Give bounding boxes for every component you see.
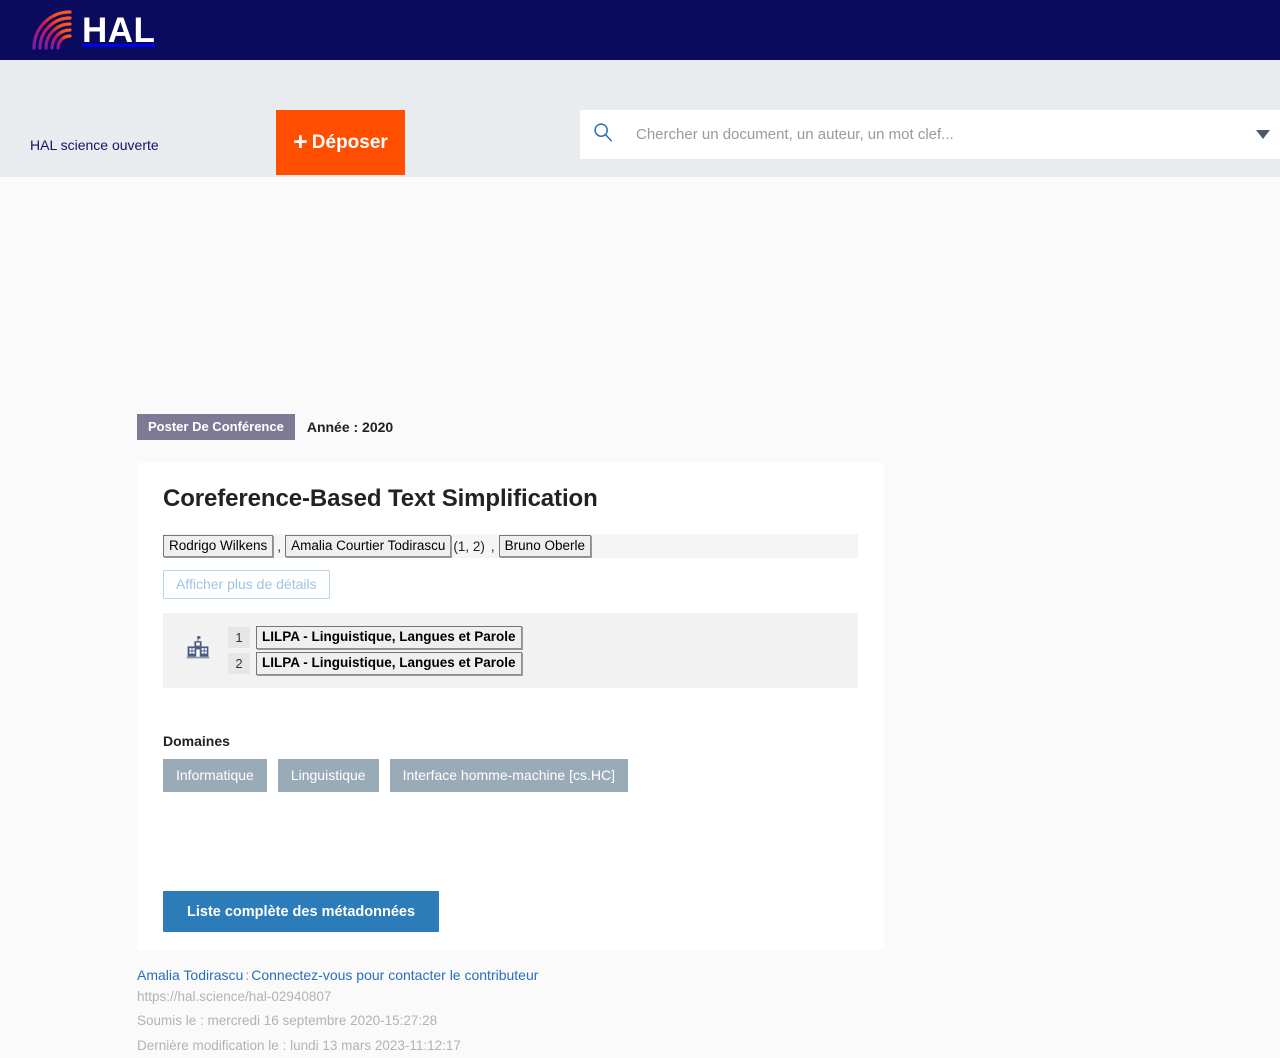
show-more-details-button[interactable]: Afficher plus de détails [163,570,330,599]
domain-tag[interactable]: Interface homme-machine [cs.HC] [389,759,628,792]
document-meta-row: Poster De Conférence Année : 2020 [137,414,393,440]
document-card: Coreference-Based Text Simplification Ro… [137,463,884,950]
hal-home-link[interactable]: HAL [30,8,155,52]
hal-arcs-logo-icon [30,8,74,52]
search-bar[interactable] [580,110,1280,159]
affiliation-number: 2 [228,652,250,674]
affiliations-panel: 1 LILPA - Linguistique, Langues et Parol… [163,613,858,688]
search-icon [580,121,614,148]
brand-name: HAL [82,10,156,50]
affiliation-button[interactable]: LILPA - Linguistique, Langues et Parole [256,652,522,675]
author-button[interactable]: Amalia Courtier Todirascu [285,534,452,558]
author-button[interactable]: Bruno Oberle [498,534,591,558]
portal-name-link[interactable]: HAL science ouverte [30,137,159,153]
document-type-badge: Poster De Conférence [137,414,295,440]
author-separator: , [277,538,282,554]
submitted-date-text: Soumis le : mercredi 16 septembre 2020-1… [137,1013,438,1029]
author-button[interactable]: Rodrigo Wilkens [163,534,274,558]
affiliation-rows: 1 LILPA - Linguistique, Langues et Parol… [228,626,522,675]
last-modified-date-text: Dernière modification le : lundi 13 mars… [137,1037,461,1053]
search-input[interactable] [614,125,1246,144]
permalink-text: https://hal.science/hal-02940807 [137,989,332,1004]
deposit-button-label: Déposer [311,131,388,153]
domain-tag[interactable]: Informatique [163,759,267,792]
contributor-separator: : [245,967,250,983]
domain-tag[interactable]: Linguistique [277,759,379,792]
plus-icon: + [293,128,308,156]
document-title: Coreference-Based Text Simplification [163,485,598,512]
authors-list: Rodrigo Wilkens , Amalia Courtier Todira… [163,534,858,558]
footer-metadata: Amalia Todirascu: Connectez-vous pour con… [137,965,897,1058]
author-separator: , [490,538,495,554]
affiliation-row: 2 LILPA - Linguistique, Langues et Parol… [228,652,522,675]
full-metadata-button[interactable]: Liste complète des métadonnées [163,891,440,932]
contact-contributor-link[interactable]: Connectez-vous pour contacter le contrib… [251,967,538,983]
contributor-name-link[interactable]: Amalia Todirascu [137,967,243,983]
affiliation-row: 1 LILPA - Linguistique, Langues et Parol… [228,626,522,649]
chevron-down-icon [1256,130,1270,139]
deposit-button[interactable]: + Déposer [276,110,405,175]
domains-heading: Domaines [163,733,230,749]
search-dropdown-toggle[interactable] [1246,110,1280,159]
top-navigation-bar: HAL [0,0,1280,60]
institution-building-icon [163,635,211,666]
author-affiliation-refs: (1, 2) [453,538,485,554]
affiliation-button[interactable]: LILPA - Linguistique, Langues et Parole [256,626,522,649]
publication-year-label: Année : 2020 [306,419,394,435]
domains-list: Informatique Linguistique Interface homm… [163,759,763,792]
affiliation-number: 1 [228,627,250,649]
contributor-line: Amalia Todirascu: Connectez-vous pour con… [137,965,897,985]
